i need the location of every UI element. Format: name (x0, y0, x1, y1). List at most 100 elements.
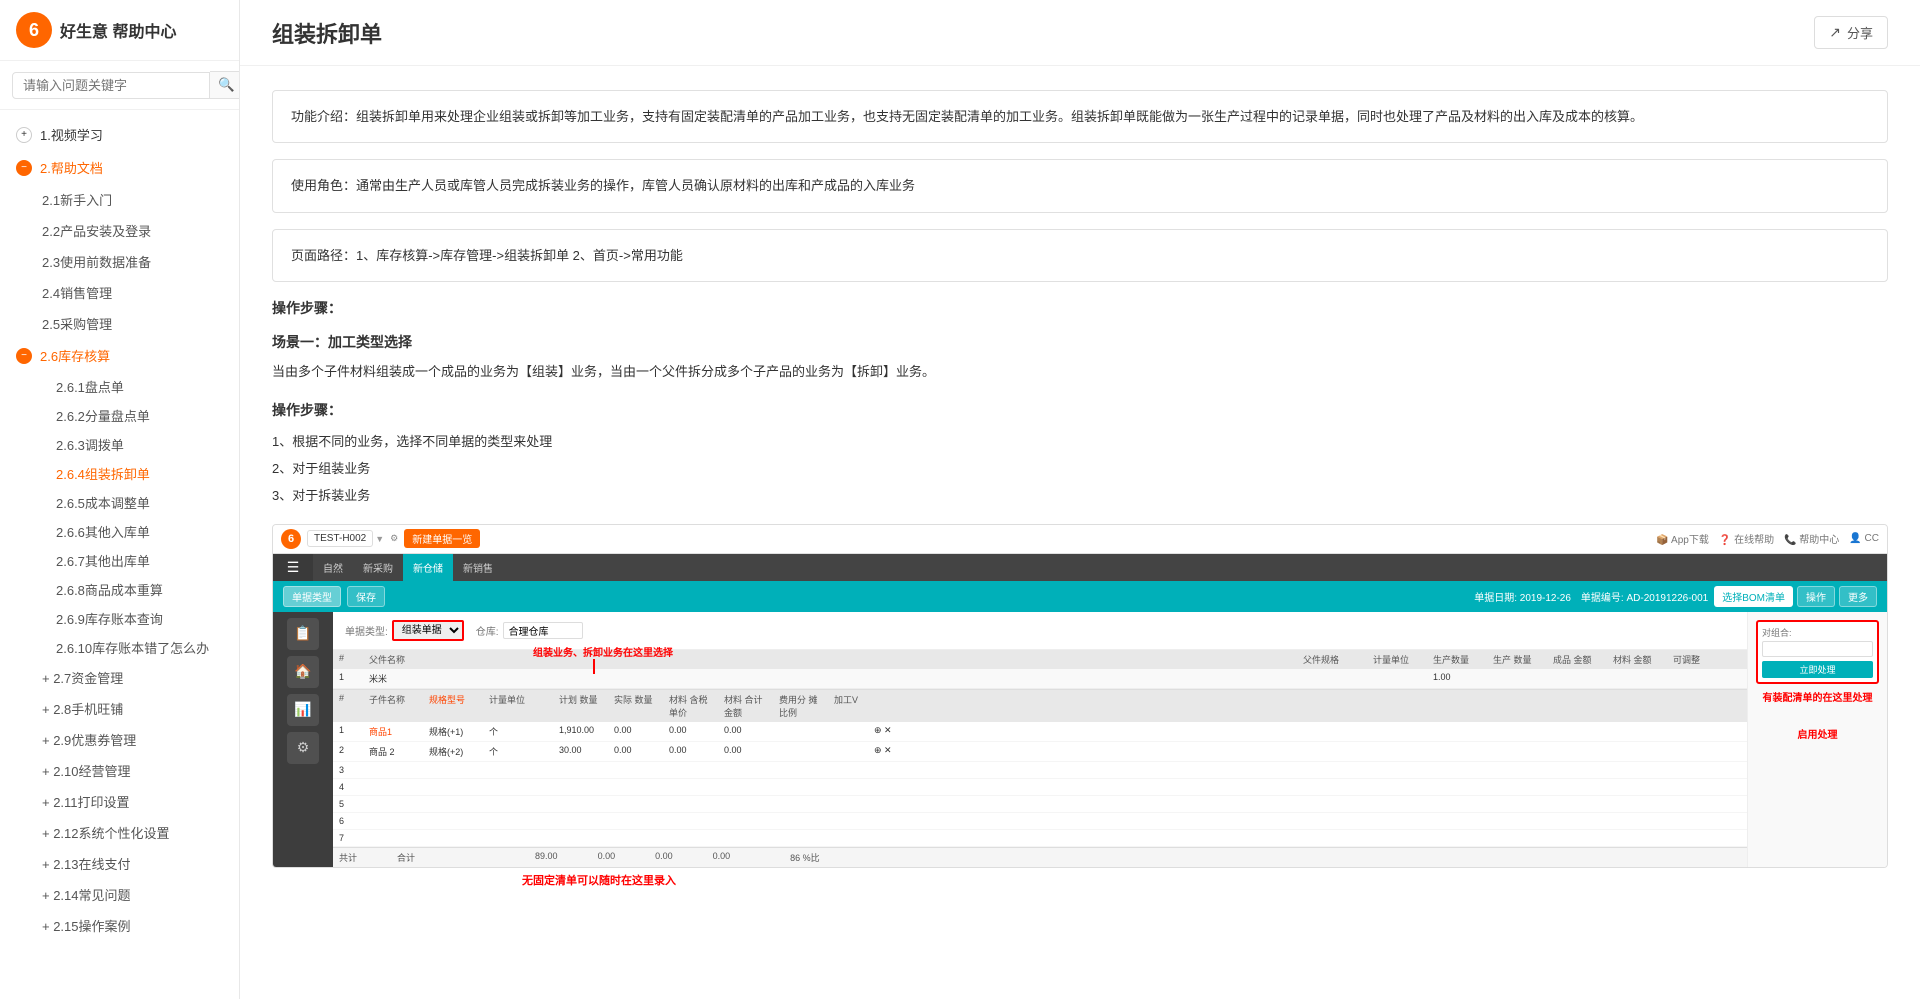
sidebar-item-assembly[interactable]: 2.6.4组装拆卸单 (0, 459, 239, 488)
sidebar-item-video[interactable]: + 1.视频学习 (0, 118, 239, 151)
mock-lower-row3: 3 (333, 762, 1747, 779)
mock-service-icon: 📞 帮助中心 (1784, 531, 1839, 546)
scene1-desc: 当由多个子件材料组装成一个成品的业务为【组装】业务，当由一个父件拆分成多个子产品… (272, 360, 1888, 383)
mock-type-select[interactable]: 组装单据 拆卸单据 (392, 620, 464, 641)
sidebar-item-ledger-fix[interactable]: 2.6.10库存账本错了怎么办 (0, 633, 239, 662)
main-content: 组装拆卸单 ↗ 分享 功能介绍：组装拆卸单用来处理企业组装或拆卸等加工业务，支持… (240, 0, 1920, 999)
mock-lower-row4: 4 (333, 779, 1747, 796)
sidebar-item-newbie[interactable]: 2.1新手入门 (0, 184, 239, 215)
sidebar-item-payment[interactable]: + 2.13在线支付 (0, 848, 239, 879)
sidebar-item-print[interactable]: + 2.11打印设置 (0, 786, 239, 817)
mock-sidebar-icon1: 📋 (287, 618, 319, 650)
mock-footer: 共计 合计 89.00 0.00 0.00 0.00 86 %比 (333, 847, 1747, 867)
mock-warehouse-input[interactable] (503, 622, 583, 639)
mock-sidebar-icon2: 🏠 (287, 656, 319, 688)
mock-action-btn: 操作 (1797, 586, 1835, 607)
sidebar-item-customize[interactable]: + 2.12系统个性化设置 (0, 817, 239, 848)
mock-nav-sales: 新销售 (453, 554, 503, 581)
sidebar-item-cost-recalc[interactable]: 2.6.8商品成本重算 (0, 575, 239, 604)
page-title: 组装拆卸单 (272, 17, 382, 49)
mock-right-panel: 对组合: 立即处理 有装配清单的在这里处理 启用处理 (1747, 612, 1887, 867)
share-icon: ↗ (1829, 24, 1841, 41)
mock-lower-row2: 2 商品 2 规格(+2) 个 30.00 0.00 0.00 0.00 ⊕ ✕ (333, 742, 1747, 762)
logo-icon: 6 (16, 12, 52, 48)
sidebar-item-other-in[interactable]: 2.6.6其他入库单 (0, 517, 239, 546)
mock-lower-row6: 6 (333, 813, 1747, 830)
mock-ok-btn: 立即处理 (1762, 661, 1873, 678)
annotation-manual: 无固定清单可以随时在这里录入 (522, 872, 676, 888)
sidebar-item-label: 1.视频学习 (40, 125, 103, 144)
share-button[interactable]: ↗ 分享 (1814, 16, 1888, 49)
intro-block: 功能介绍：组装拆卸单用来处理企业组装或拆卸等加工业务，支持有固定装配清单的产品加… (272, 90, 1888, 143)
sidebar-item-ops[interactable]: + 2.10经营管理 (0, 755, 239, 786)
mock-sidebar-icon4: ⚙ (287, 732, 319, 764)
annotation-type: 组装业务、拆卸业务在这里选择 (533, 644, 673, 659)
main-header: 组装拆卸单 ↗ 分享 (240, 0, 1920, 66)
minus-icon: − (16, 160, 32, 176)
logo-text: 好生意 帮助中心 (60, 18, 176, 42)
ops-title: 操作步骤： (272, 298, 1888, 318)
nav-tree: + 1.视频学习 − 2.帮助文档 2.1新手入门 2.2产品安装及登录 2.3… (0, 110, 239, 949)
sidebar-item-coupon[interactable]: + 2.9优惠券管理 (0, 724, 239, 755)
sidebar-item-docs[interactable]: − 2.帮助文档 (0, 151, 239, 184)
step1: 1、根据不同的业务，选择不同单据的类型来处理 (272, 430, 1888, 453)
mock-new-btn: 新建单据一览 (404, 529, 480, 548)
plus-icon: + (16, 127, 32, 143)
mock-appstore-icon: 📦 App下载 (1656, 531, 1708, 546)
mock-help-icon: ❓ 在线帮助 (1719, 531, 1774, 546)
mock-more-btn: 更多 (1839, 586, 1877, 607)
search-input[interactable] (12, 72, 210, 99)
ops-steps-title: 操作步骤： (272, 400, 1888, 420)
sidebar-item-label: 2.帮助文档 (40, 158, 103, 177)
mock-topbar: 6 TEST-H002 ▼ ⚙ 新建单据一览 📦 App下载 ❓ 在线帮助 📞 … (273, 525, 1887, 554)
screenshot-preview: 6 TEST-H002 ▼ ⚙ 新建单据一览 📦 App下载 ❓ 在线帮助 📞 … (272, 524, 1888, 868)
sidebar: 6 好生意 帮助中心 🔍 + 1.视频学习 − 2.帮助文档 2.1新手入门 2… (0, 0, 240, 999)
annotation-bom: 有装配清单的在这里处理 (1756, 692, 1879, 706)
sidebar-item-transfer[interactable]: 2.6.3调拨单 (0, 430, 239, 459)
path-block: 页面路径：1、库存核算->库存管理->组装拆卸单 2、首页->常用功能 (272, 229, 1888, 282)
sidebar-item-cases[interactable]: + 2.15操作案例 (0, 910, 239, 941)
role-text: 使用角色：通常由生产人员或库管人员完成拆装业务的操作，库管人员确认原材料的出库和… (291, 174, 1869, 197)
sidebar-item-label: 2.6库存核算 (40, 346, 110, 365)
inventory-expand-icon: − (16, 348, 32, 364)
sidebar-item-partial-stocktake[interactable]: 2.6.2分量盘点单 (0, 401, 239, 430)
mock-combo-input[interactable] (1762, 641, 1873, 657)
step3: 3、对于拆装业务 (272, 484, 1888, 507)
sidebar-item-ledger-query[interactable]: 2.6.9库存账本查询 (0, 604, 239, 633)
steps-list: 1、根据不同的业务，选择不同单据的类型来处理 2、对于组装业务 3、对于拆装业务 (272, 430, 1888, 508)
content-area: 功能介绍：组装拆卸单用来处理企业组装或拆卸等加工业务，支持有固定装配清单的产品加… (240, 66, 1920, 999)
sidebar-item-cost-adjust[interactable]: 2.6.5成本调整单 (0, 488, 239, 517)
sidebar-item-finance[interactable]: + 2.7资金管理 (0, 662, 239, 693)
sidebar-item-inventory[interactable]: − 2.6库存核算 (0, 339, 239, 372)
mock-lower-table: # 子件名称 规格型号 计量单位 计划 数量 实际 数量 材料 含税 单价 材料… (333, 690, 1747, 847)
mock-avatar: 👤 CC (1849, 533, 1879, 544)
mock-logo: 6 (281, 529, 301, 549)
sidebar-header: 6 好生意 帮助中心 (0, 0, 239, 61)
role-block: 使用角色：通常由生产人员或库管人员完成拆装业务的操作，库管人员确认原材料的出库和… (272, 159, 1888, 212)
mock-company: TEST-H002 (307, 530, 373, 547)
sidebar-item-install[interactable]: 2.2产品安装及登录 (0, 215, 239, 246)
sidebar-item-purchase[interactable]: 2.5采购管理 (0, 308, 239, 339)
mock-nav-warehouse: 新仓储 (403, 554, 453, 581)
mock-nav-purchase: 新采购 (353, 554, 403, 581)
intro-text: 功能介绍：组装拆卸单用来处理企业组装或拆卸等加工业务，支持有固定装配清单的产品加… (291, 105, 1869, 128)
mock-form-row: 单据类型: 组装单据 拆卸单据 仓库: 组装业务、拆卸业务在 (333, 612, 1747, 650)
sidebar-item-sales[interactable]: 2.4销售管理 (0, 277, 239, 308)
sidebar-item-other-out[interactable]: 2.6.7其他出库单 (0, 546, 239, 575)
sidebar-item-stocktake[interactable]: 2.6.1盘点单 (0, 372, 239, 401)
mock-lower-row7: 7 (333, 830, 1747, 847)
sidebar-item-mobile[interactable]: + 2.8手机旺铺 (0, 693, 239, 724)
mock-left-sidebar: 📋 🏠 📊 ⚙ (273, 612, 333, 867)
sidebar-item-faq[interactable]: + 2.14常见问题 (0, 879, 239, 910)
scene1-title: 场景一：加工类型选择 (272, 332, 1888, 352)
sidebar-item-data-prep[interactable]: 2.3使用前数据准备 (0, 246, 239, 277)
mock-bom-btn: 选择BOM清单 (1714, 586, 1793, 607)
annotation-enable: 启用处理 (1756, 726, 1879, 741)
mock-sidebar-icon3: 📊 (287, 694, 319, 726)
mock-lower-row1: 1 商品1 规格(+1) 个 1,910.00 0.00 0.00 0.00 ⊕… (333, 722, 1747, 742)
search-box: 🔍 (0, 61, 239, 110)
mock-lower-row5: 5 (333, 796, 1747, 813)
search-button[interactable]: 🔍 (210, 71, 240, 99)
path-text: 页面路径：1、库存核算->库存管理->组装拆卸单 2、首页->常用功能 (291, 244, 1869, 267)
mock-toolbar-save: 单据类型 (283, 586, 341, 607)
